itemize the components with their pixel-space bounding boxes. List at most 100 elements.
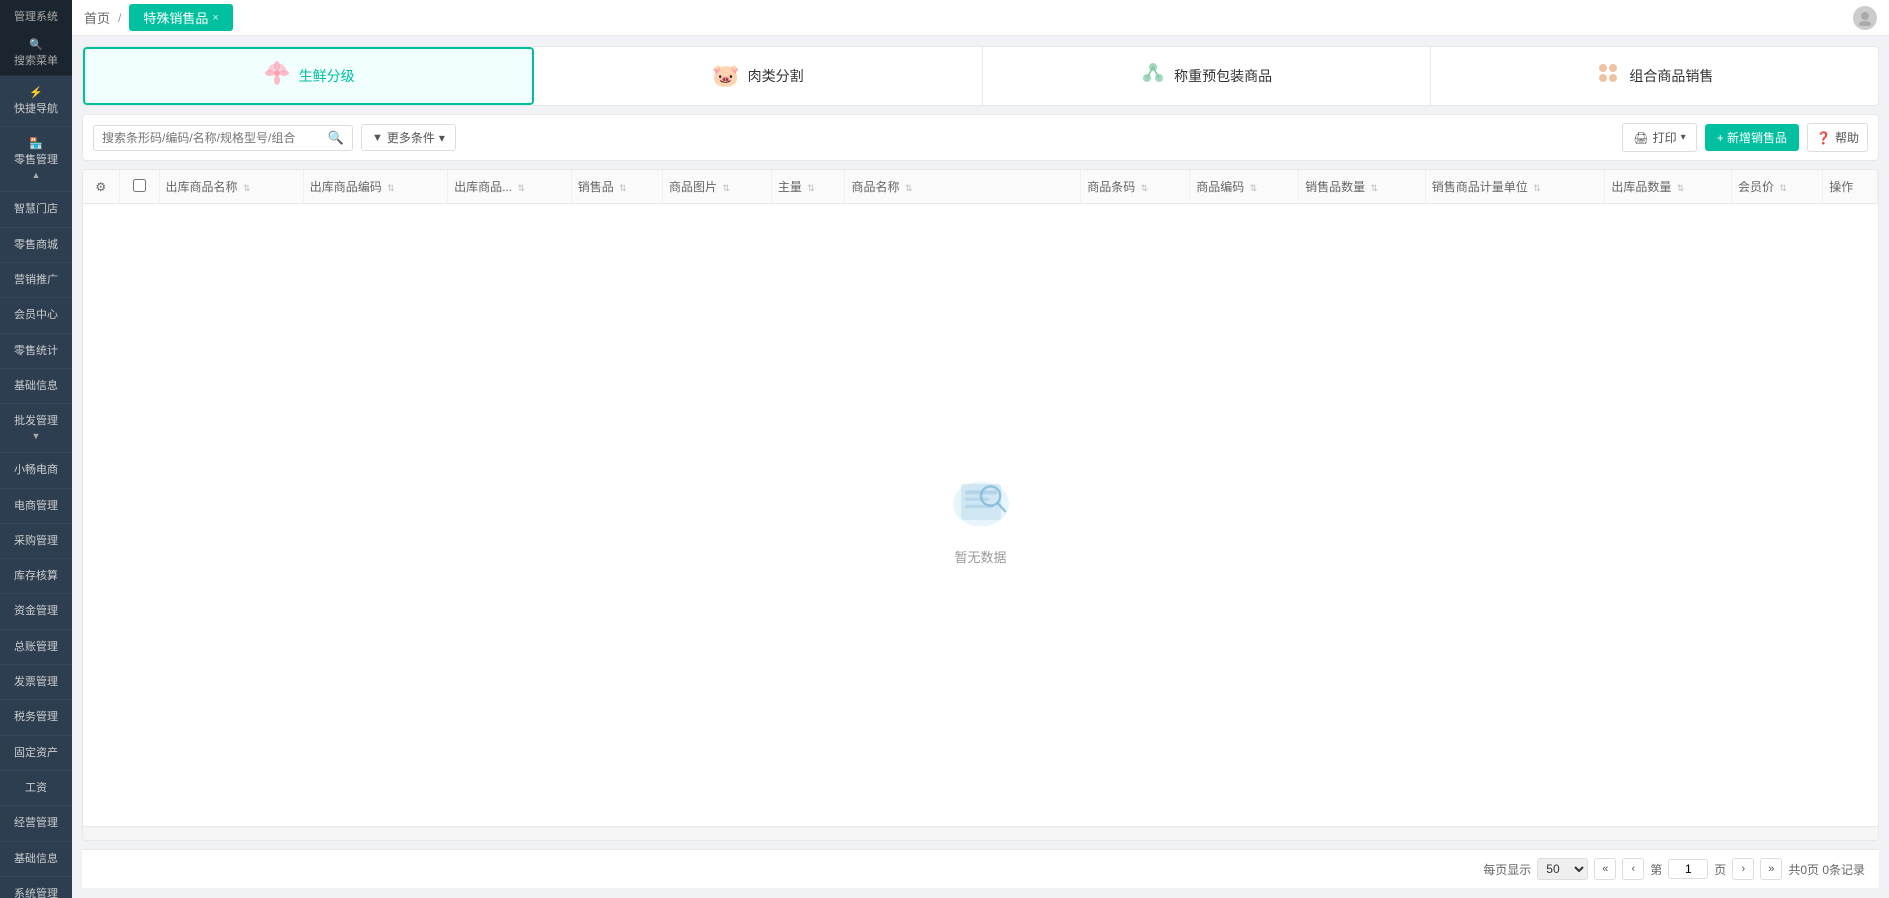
sidebar-item-purchase-mgmt[interactable]: 采购管理 [0, 524, 72, 559]
category-tabs: 生鲜分级 🐷 肉类分割 称重预包装商品 [82, 46, 1879, 106]
sort-out-qty[interactable]: ⇅ [1677, 183, 1685, 193]
close-tab-icon[interactable]: × [212, 12, 218, 24]
sidebar-item-salary[interactable]: 工资 [0, 771, 72, 806]
sort-sales-product[interactable]: ⇅ [619, 183, 627, 193]
th-main-quantity[interactable]: 主量 ⇅ [771, 170, 845, 204]
sort-product-name[interactable]: ⇅ [905, 183, 913, 193]
sort-product-code[interactable]: ⇅ [1250, 183, 1258, 193]
print-arrow: ▾ [1681, 132, 1686, 143]
print-button[interactable]: 🖨 打印 ▾ [1622, 123, 1696, 152]
sidebar-item-finance-mgmt[interactable]: 资金管理 [0, 594, 72, 629]
toolbar-right: 🖨 打印 ▾ + 新增销售品 ❓ 帮助 [1622, 123, 1868, 152]
content-area: 生鲜分级 🐷 肉类分割 称重预包装商品 [72, 36, 1889, 898]
th-sales-qty[interactable]: 销售品数量 ⇅ [1299, 170, 1426, 204]
th-out-qty[interactable]: 出库品数量 ⇅ [1605, 170, 1732, 204]
data-table: ⚙ 出库商品名称 ⇅ 出库商品编码 ⇅ [83, 170, 1878, 204]
th-checkbox[interactable] [119, 170, 159, 204]
sidebar-item-basic-info-1[interactable]: 基础信息 [0, 369, 72, 404]
sidebar-item-basic-info-2[interactable]: 基础信息 [0, 842, 72, 877]
toolbar: 🔍 ▼ 更多条件 ▾ 🖨 打印 ▾ + 新增销售品 ❓ 帮助 [82, 114, 1879, 161]
sort-sales-qty[interactable]: ⇅ [1371, 183, 1379, 193]
sidebar-logo: 管理系统 [0, 0, 72, 32]
th-out-product-code[interactable]: 出库商品编码 ⇅ [303, 170, 447, 204]
th-product-barcode[interactable]: 商品条码 ⇅ [1081, 170, 1190, 204]
sort-member-price[interactable]: ⇅ [1779, 183, 1787, 193]
cat-tab-weight[interactable]: 称重预包装商品 [983, 47, 1431, 105]
sidebar-item-retail-mgmt[interactable]: 🏪 零售管理 ▲ [0, 127, 72, 192]
th-out-product-spec[interactable]: 出库商品... ⇅ [448, 170, 572, 204]
cat-tab-fresh[interactable]: 生鲜分级 [83, 47, 534, 105]
last-page-button[interactable]: » [1760, 858, 1782, 880]
sort-product-image[interactable]: ⇅ [722, 183, 730, 193]
sidebar-item-business-mgmt[interactable]: 经营管理 [0, 806, 72, 841]
sort-main-quantity[interactable]: ⇅ [807, 183, 815, 193]
th-settings[interactable]: ⚙ [83, 170, 119, 204]
sidebar-item-ecommerce-small[interactable]: 小畅电商 [0, 453, 72, 488]
sort-out-product-code[interactable]: ⇅ [387, 183, 395, 193]
sort-sales-unit[interactable]: ⇅ [1533, 183, 1541, 193]
sidebar-item-quick-nav[interactable]: ⚡ 快捷导航 [0, 76, 72, 128]
combo-icon [1595, 60, 1621, 92]
sidebar-item-invoice-mgmt[interactable]: 发票管理 [0, 665, 72, 700]
page-size-select[interactable]: 50 10 20 100 [1537, 858, 1588, 880]
sidebar-item-system-mgmt[interactable]: 系统管理 [0, 877, 72, 898]
cat-tab-combo-label: 组合商品销售 [1629, 66, 1713, 86]
empty-state: 暂无数据 [83, 204, 1878, 826]
active-tab[interactable]: 特殊销售品 × [129, 4, 232, 31]
topbar: 首页 / 特殊销售品 × [72, 0, 1889, 36]
select-all-checkbox[interactable] [133, 179, 146, 192]
fresh-icon [263, 59, 291, 93]
horizontal-scrollbar[interactable] [83, 826, 1878, 840]
sort-product-barcode[interactable]: ⇅ [1141, 183, 1149, 193]
sidebar-item-ledger-mgmt[interactable]: 总账管理 [0, 630, 72, 665]
sort-out-product-spec[interactable]: ⇅ [517, 183, 525, 193]
topbar-right [1853, 6, 1877, 30]
sidebar-item-ecommerce-mgmt[interactable]: 电商管理 [0, 489, 72, 524]
sort-out-product-name[interactable]: ⇅ [243, 183, 251, 193]
th-sales-unit[interactable]: 销售商品计量单位 ⇅ [1425, 170, 1605, 204]
sidebar-item-marketing[interactable]: 营销推广 [0, 263, 72, 298]
filter-icon: ▼ [372, 132, 383, 144]
th-sales-product[interactable]: 销售品 ⇅ [571, 170, 662, 204]
pagination-bar: 每页显示 50 10 20 100 « ‹ 第 页 › » 共0页 0条记录 [82, 849, 1879, 888]
help-button[interactable]: ❓ 帮助 [1807, 123, 1868, 152]
add-button[interactable]: + 新增销售品 [1705, 124, 1799, 151]
total-label: 共0页 0条记录 [1788, 861, 1865, 878]
first-page-button[interactable]: « [1594, 858, 1616, 880]
th-out-product-name[interactable]: 出库商品名称 ⇅ [159, 170, 303, 204]
cat-tab-meat[interactable]: 🐷 肉类分割 [534, 47, 982, 105]
cat-tab-combo[interactable]: 组合商品销售 [1431, 47, 1878, 105]
filter-button[interactable]: ▼ 更多条件 ▾ [361, 124, 456, 151]
next-page-button[interactable]: › [1732, 858, 1754, 880]
sidebar-item-tax-mgmt[interactable]: 税务管理 [0, 700, 72, 735]
breadcrumb-home[interactable]: 首页 [84, 8, 110, 27]
weight-icon [1140, 60, 1166, 92]
search-box[interactable]: 🔍 [93, 125, 353, 151]
empty-text: 暂无数据 [954, 547, 1006, 566]
th-product-code[interactable]: 商品编码 ⇅ [1190, 170, 1299, 204]
prev-page-button[interactable]: ‹ [1622, 858, 1644, 880]
th-operation: 操作 [1823, 170, 1878, 204]
print-icon: 🖨 [1633, 131, 1648, 145]
wholesale-arrow: ▼ [32, 431, 41, 443]
search-icon: 🔍 [328, 130, 344, 146]
user-avatar [1853, 6, 1877, 30]
meat-icon: 🐷 [712, 63, 739, 89]
sidebar: 管理系统 🔍 搜索菜单 ⚡ 快捷导航 🏪 零售管理 ▲ 智慧门店 零售商城 营销… [0, 0, 72, 898]
empty-icon [941, 465, 1021, 535]
th-member-price[interactable]: 会员价 ⇅ [1732, 170, 1823, 204]
sidebar-item-retail-stats[interactable]: 零售统计 [0, 334, 72, 369]
sidebar-item-inventory[interactable]: 库存核算 [0, 559, 72, 594]
sidebar-item-member-center[interactable]: 会员中心 [0, 298, 72, 333]
sidebar-item-wholesale-mgmt[interactable]: 批发管理 ▼ [0, 404, 72, 453]
page-input[interactable] [1668, 859, 1708, 879]
sidebar-item-search-menu[interactable]: 🔍 搜索菜单 [0, 32, 72, 76]
th-product-image[interactable]: 商品图片 ⇅ [663, 170, 772, 204]
search-input[interactable] [102, 131, 324, 145]
sidebar-item-retail-mall[interactable]: 零售商城 [0, 228, 72, 263]
sidebar-item-smart-store[interactable]: 智慧门店 [0, 192, 72, 227]
page-label: 第 [1650, 861, 1662, 878]
sidebar-item-fixed-assets[interactable]: 固定资产 [0, 736, 72, 771]
cat-tab-weight-label: 称重预包装商品 [1174, 66, 1272, 86]
th-product-name[interactable]: 商品名称 ⇅ [845, 170, 1081, 204]
